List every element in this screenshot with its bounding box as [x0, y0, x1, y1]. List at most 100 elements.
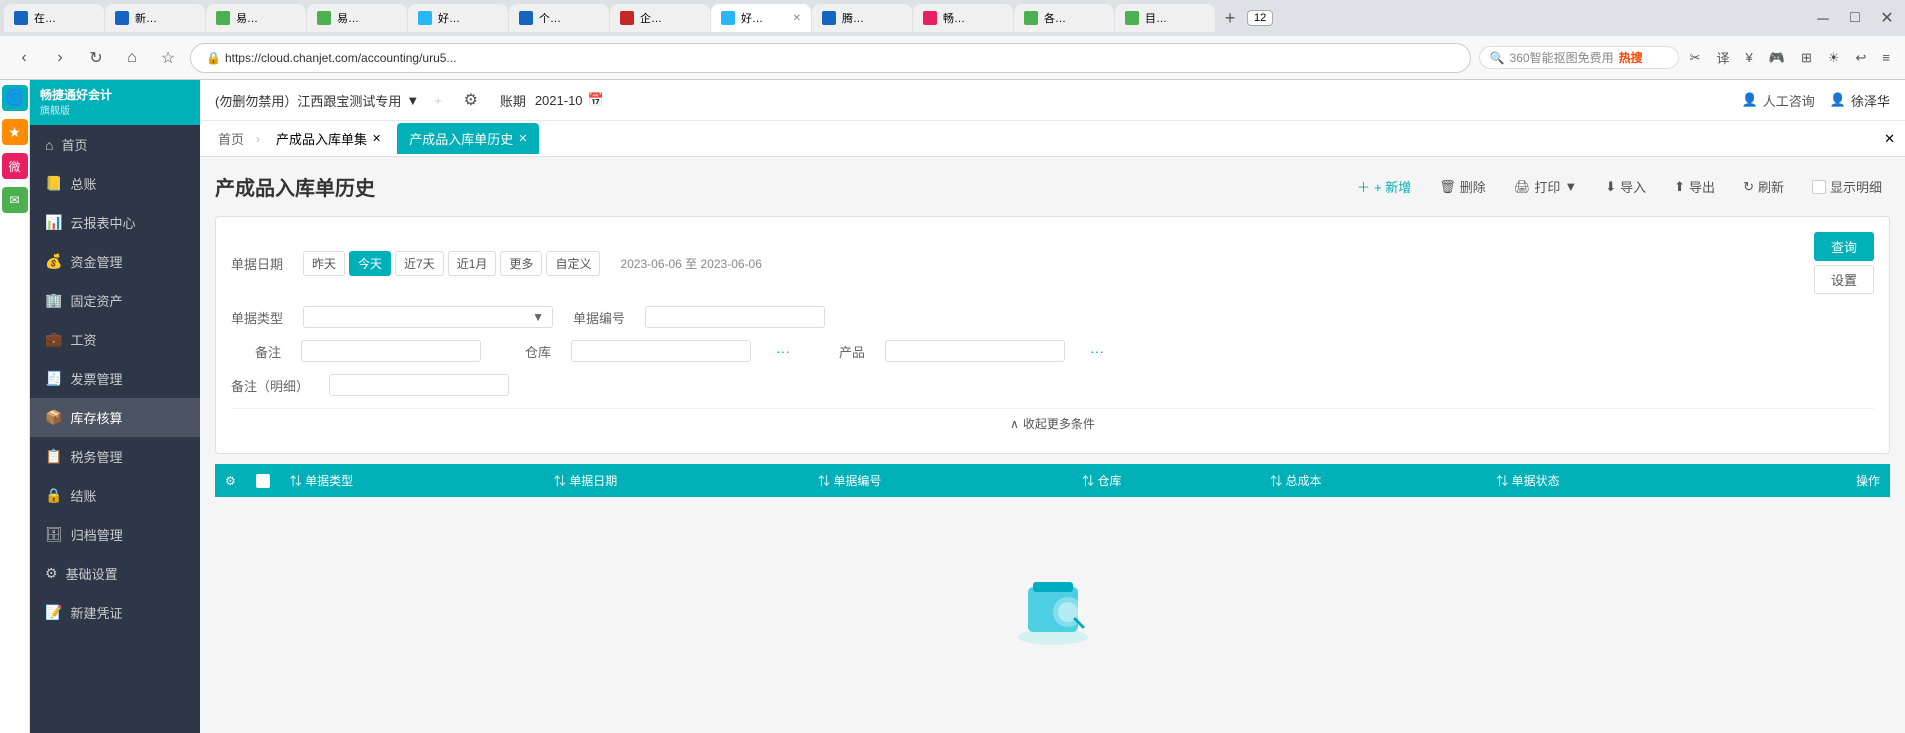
- header-checkbox[interactable]: [256, 474, 270, 488]
- user-avatar[interactable]: 👤 徐泽华: [1830, 91, 1890, 110]
- weibo-icon[interactable]: 微: [2, 153, 28, 179]
- tab-close-8[interactable]: ✕: [793, 13, 801, 24]
- back-button[interactable]: ‹: [10, 44, 38, 72]
- game-icon[interactable]: 🎮: [1764, 47, 1790, 69]
- settings-button[interactable]: ⚙: [457, 86, 485, 114]
- company-selector[interactable]: (勿删勿禁用）江西跟宝测试专用 ▼: [215, 91, 419, 110]
- th-voucher-date[interactable]: ⇅ 单据日期: [544, 464, 808, 497]
- app-logo-icon[interactable]: 🌀: [2, 85, 28, 111]
- home-button[interactable]: ⌂: [118, 44, 146, 72]
- warehouse-dots[interactable]: ···: [771, 343, 795, 359]
- currency-icon[interactable]: ¥: [1741, 47, 1758, 68]
- warehouse-input[interactable]: [571, 340, 751, 362]
- refresh-browser-button[interactable]: ↻: [82, 44, 110, 72]
- theme-icon[interactable]: ☀: [1823, 47, 1845, 69]
- th-total-cost[interactable]: ⇅ 总成本: [1260, 464, 1486, 497]
- search-bar[interactable]: 🔍 360智能抠图免费用 热搜: [1479, 46, 1679, 69]
- th-checkbox[interactable]: [246, 464, 280, 497]
- new-tab-button[interactable]: +: [1216, 4, 1244, 32]
- th-settings[interactable]: ⚙: [215, 464, 246, 497]
- browser-tab-6[interactable]: 个…: [509, 4, 609, 32]
- breadcrumb-home[interactable]: 首页: [210, 125, 252, 152]
- add-button[interactable]: ＋ + 新增: [1349, 173, 1419, 200]
- customer-service-button[interactable]: 👤 人工咨询: [1742, 91, 1815, 110]
- date-button-group: 昨天 今天 近7天 近1月 更多 自定义: [303, 251, 600, 276]
- sidebar-item-inventory[interactable]: 📦 库存核算: [30, 398, 200, 437]
- import-button[interactable]: ⬇ 导入: [1597, 173, 1654, 200]
- tab-label-10: 畅…: [943, 10, 1003, 26]
- sidebar-item-invoice[interactable]: 🧾 发票管理: [30, 359, 200, 398]
- voucher-no-input[interactable]: [645, 306, 825, 328]
- sidebar-header[interactable]: 畅捷通好会计 旗舰版: [30, 80, 200, 125]
- th-voucher-status[interactable]: ⇅ 单据状态: [1486, 464, 1750, 497]
- note-detail-input[interactable]: [329, 374, 509, 396]
- undo-icon[interactable]: ↩: [1851, 47, 1872, 69]
- date-btn-more[interactable]: 更多: [500, 251, 542, 276]
- translate-icon[interactable]: 译: [1712, 45, 1735, 70]
- refresh-content-button[interactable]: ↻ 刷新: [1735, 173, 1792, 200]
- browser-tab-5[interactable]: 好…: [408, 4, 508, 32]
- page-tab-list-close[interactable]: ✕: [372, 132, 381, 145]
- browser-tab-9[interactable]: 腾…: [812, 4, 912, 32]
- product-dots[interactable]: ···: [1085, 343, 1109, 359]
- show-detail-checkbox[interactable]: 显示明细: [1804, 173, 1890, 200]
- browser-tab-11[interactable]: 各…: [1014, 4, 1114, 32]
- print-button[interactable]: 🖨 打印 ▼: [1506, 173, 1585, 200]
- date-btn-1month[interactable]: 近1月: [448, 251, 497, 276]
- page-tab-history-close[interactable]: ✕: [518, 132, 527, 145]
- apps-icon[interactable]: ⊞: [1796, 47, 1817, 69]
- date-btn-7days[interactable]: 近7天: [395, 251, 444, 276]
- maximize-button[interactable]: □: [1841, 4, 1869, 32]
- page-tab-history[interactable]: 产成品入库单历史 ✕: [397, 123, 539, 154]
- screenshot-icon[interactable]: ✂: [1685, 47, 1706, 69]
- close-window-button[interactable]: ✕: [1873, 4, 1901, 32]
- forward-button[interactable]: ›: [46, 44, 74, 72]
- menu-icon[interactable]: ≡: [1877, 47, 1895, 68]
- invoice-icon: 🧾: [45, 370, 62, 387]
- th-voucher-no[interactable]: ⇅ 单据编号: [808, 464, 1072, 497]
- browser-tab-8[interactable]: 好… ✕: [711, 4, 811, 32]
- mail-icon[interactable]: ✉: [2, 187, 28, 213]
- voucher-type-select[interactable]: ▼: [303, 306, 553, 328]
- th-voucher-type[interactable]: ⇅ 单据类型: [280, 464, 544, 497]
- filter-setting-button[interactable]: 设置: [1814, 265, 1874, 294]
- sidebar-item-fixed[interactable]: 🏢 固定资产: [30, 281, 200, 320]
- page-tabs: 首页 › 产成品入库单集 ✕ 产成品入库单历史 ✕ ✕: [200, 121, 1905, 157]
- sidebar-item-archive[interactable]: 🗄 归档管理: [30, 515, 200, 554]
- product-input[interactable]: [885, 340, 1065, 362]
- sidebar-item-ledger[interactable]: 📒 总账: [30, 164, 200, 203]
- star-icon[interactable]: ★: [2, 119, 28, 145]
- browser-tab-7[interactable]: 企…: [610, 4, 710, 32]
- delete-button[interactable]: 🗑 删除: [1431, 173, 1494, 200]
- sidebar-item-report[interactable]: 📊 云报表中心: [30, 203, 200, 242]
- date-btn-custom[interactable]: 自定义: [546, 251, 600, 276]
- sidebar-item-home[interactable]: ⌂ 首页: [30, 125, 200, 164]
- sidebar-item-funds[interactable]: 💰 资金管理: [30, 242, 200, 281]
- sidebar-item-closing[interactable]: 🔒 结账: [30, 476, 200, 515]
- browser-tab-3[interactable]: 易…: [206, 4, 306, 32]
- tab-label-1: 在…: [34, 10, 94, 26]
- browser-tab-10[interactable]: 畅…: [913, 4, 1013, 32]
- sidebar-item-newbill[interactable]: 📝 新建凭证: [30, 593, 200, 632]
- th-warehouse[interactable]: ⇅ 仓库: [1072, 464, 1260, 497]
- sidebar-item-basic[interactable]: ⚙ 基础设置: [30, 554, 200, 593]
- sidebar-item-tax[interactable]: 📋 税务管理: [30, 437, 200, 476]
- export-button[interactable]: ⬆ 导出: [1666, 173, 1723, 200]
- sidebar-item-salary[interactable]: 💼 工资: [30, 320, 200, 359]
- minimize-button[interactable]: －: [1809, 4, 1837, 32]
- browser-tab-1[interactable]: 在…: [4, 4, 104, 32]
- address-input[interactable]: 🔒 https://cloud.chanjet.com/accounting/u…: [190, 43, 1471, 73]
- browser-tab-2[interactable]: 新…: [105, 4, 205, 32]
- query-button[interactable]: 查询: [1814, 232, 1874, 261]
- browser-tab-4[interactable]: 易…: [307, 4, 407, 32]
- note-input[interactable]: [301, 340, 481, 362]
- page-tab-list[interactable]: 产成品入库单集 ✕: [264, 123, 393, 154]
- date-btn-today[interactable]: 今天: [349, 251, 391, 276]
- collapse-button[interactable]: ∧ 收起更多条件: [231, 408, 1874, 438]
- browser-tab-12[interactable]: 目…: [1115, 4, 1215, 32]
- date-btn-yesterday[interactable]: 昨天: [303, 251, 345, 276]
- sidebar-item-label-ledger: 总账: [70, 174, 96, 193]
- calendar-icon[interactable]: 📅: [588, 92, 604, 108]
- page-tab-close-all[interactable]: ✕: [1884, 131, 1895, 147]
- bookmark-button[interactable]: ☆: [154, 44, 182, 72]
